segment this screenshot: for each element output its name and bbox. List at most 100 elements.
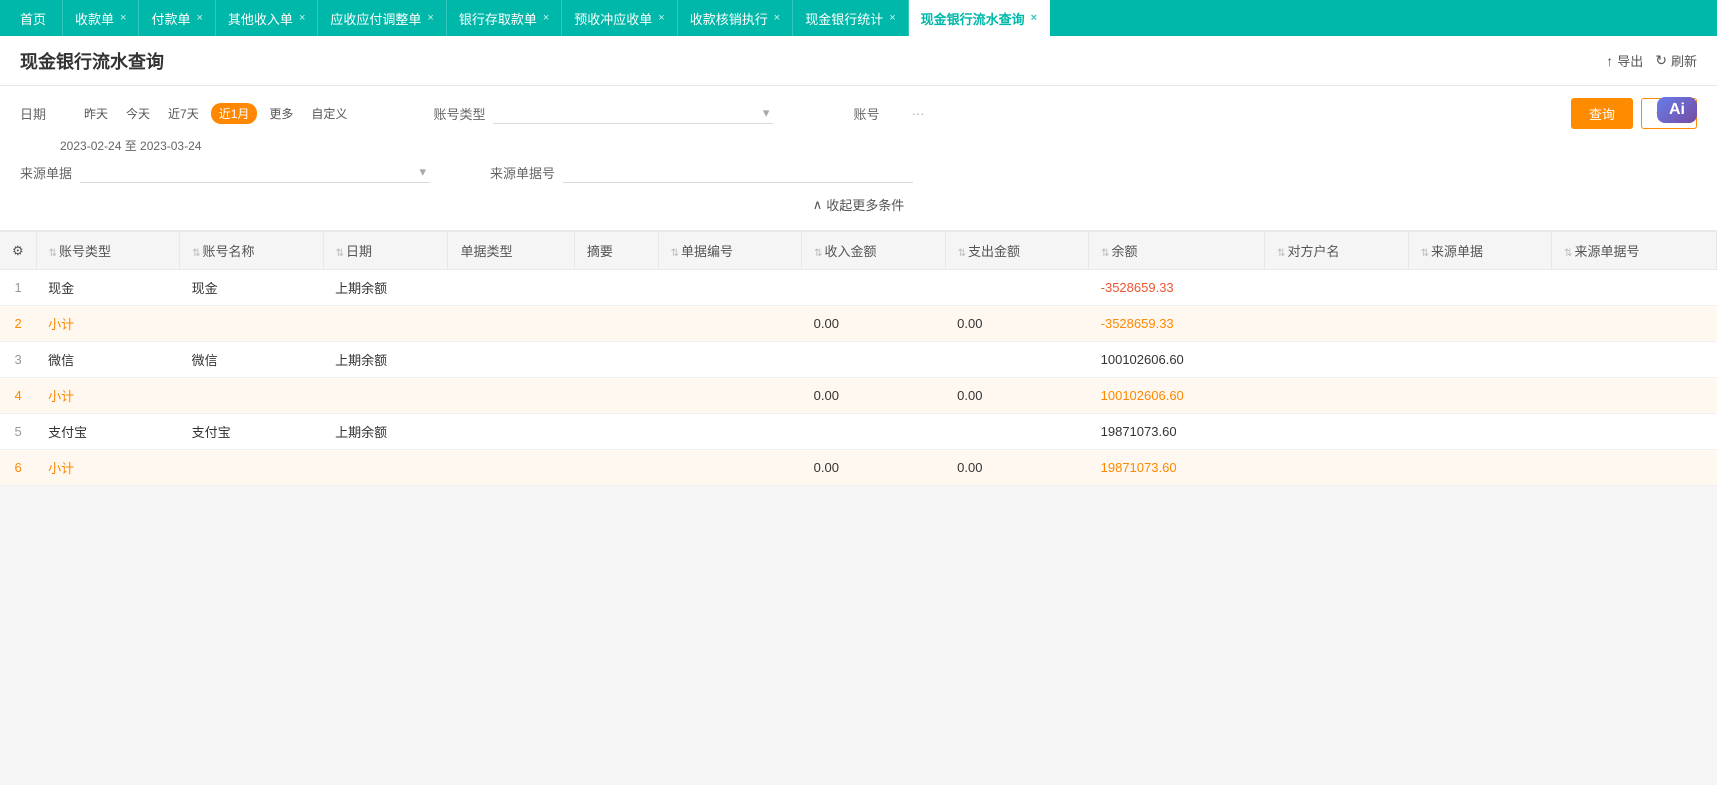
cell-source-doc — [1408, 270, 1552, 306]
row-number: 3 — [0, 342, 36, 378]
close-icon[interactable]: × — [120, 12, 126, 24]
cell-balance: 100102606.60 — [1089, 342, 1265, 378]
account-label: 账号 — [853, 104, 903, 123]
account-type-select[interactable]: ▾ — [493, 103, 773, 124]
export-button[interactable]: ↑ 导出 — [1606, 51, 1643, 70]
settings-icon[interactable]: ⚙ — [12, 243, 24, 258]
nav-tab-cash-stats[interactable]: 现金银行统计 × — [793, 0, 908, 36]
close-icon[interactable]: × — [299, 12, 305, 24]
chevron-down-icon: ▾ — [763, 105, 770, 121]
cell-account-type: 小计 — [36, 306, 180, 342]
cell-income: 0.00 — [802, 378, 946, 414]
date-1month[interactable]: 近1月 — [211, 103, 258, 124]
cell-doc-no — [658, 306, 802, 342]
cell-source-doc-no — [1552, 414, 1717, 450]
cell-summary — [574, 450, 658, 486]
cell-expense — [945, 414, 1089, 450]
cell-balance: -3528659.33 — [1089, 306, 1265, 342]
nav-tab-other-income[interactable]: 其他收入单 × — [216, 0, 318, 36]
date-7days[interactable]: 近7天 — [162, 104, 205, 123]
query-button[interactable]: 查询 — [1571, 98, 1633, 129]
table-row[interactable]: 4 小计 0.00 0.00 100102606.60 — [0, 378, 1717, 414]
row-number: 5 — [0, 414, 36, 450]
ai-badge[interactable]: Ai — [1657, 97, 1697, 123]
col-doc-no[interactable]: ⇅单据编号 — [658, 232, 802, 270]
account-type-label: 账号类型 — [433, 104, 485, 123]
table-header-row: ⚙ ⇅账号类型 ⇅账号名称 ⇅日期 单据类型 摘要 ⇅单据编号 ⇅收入金额 ⇅支… — [0, 232, 1717, 270]
nav-tab-bank-deposit[interactable]: 银行存取款单 × — [447, 0, 562, 36]
close-icon[interactable]: × — [1031, 12, 1037, 24]
nav-tab-payment[interactable]: 付款单 × — [139, 0, 215, 36]
cell-summary — [574, 306, 658, 342]
date-custom[interactable]: 自定义 — [305, 104, 353, 123]
cell-account-type: 小计 — [36, 450, 180, 486]
cell-doc-type — [448, 378, 574, 414]
cell-date: 上期余额 — [323, 414, 448, 450]
collapse-bar[interactable]: ∧ 收起更多条件 — [20, 191, 1697, 222]
cell-source-doc-no — [1552, 450, 1717, 486]
cell-expense: 0.00 — [945, 450, 1089, 486]
col-expense[interactable]: ⇅支出金额 — [945, 232, 1089, 270]
cell-counterpart — [1265, 342, 1409, 378]
export-icon: ↑ — [1606, 53, 1613, 69]
date-today[interactable]: 今天 — [120, 104, 156, 123]
close-icon[interactable]: × — [774, 12, 780, 24]
close-icon[interactable]: × — [658, 12, 664, 24]
cell-source-doc — [1408, 342, 1552, 378]
col-income[interactable]: ⇅收入金额 — [802, 232, 946, 270]
cell-account-type: 微信 — [36, 342, 180, 378]
cell-source-doc — [1408, 378, 1552, 414]
filter-area: 日期 昨天 今天 近7天 近1月 更多 自定义 账号类型 ▾ 账号 ··· — [0, 86, 1717, 231]
nav-tab-collection[interactable]: 收款核销执行 × — [678, 0, 793, 36]
col-date[interactable]: ⇅日期 — [323, 232, 448, 270]
nav-tab-adjust[interactable]: 应收应付调整单 × — [318, 0, 446, 36]
date-more[interactable]: 更多 — [263, 104, 299, 123]
col-doc-type: 单据类型 — [448, 232, 574, 270]
col-counterpart[interactable]: ⇅对方户名 — [1265, 232, 1409, 270]
nav-tab-home[interactable]: 首页 — [4, 0, 63, 36]
cell-source-doc — [1408, 450, 1552, 486]
date-label: 日期 — [20, 104, 70, 123]
source-doc-select[interactable]: ▾ — [80, 162, 430, 183]
col-summary: 摘要 — [574, 232, 658, 270]
cell-doc-no — [658, 414, 802, 450]
cell-doc-type — [448, 270, 574, 306]
date-yesterday[interactable]: 昨天 — [78, 104, 114, 123]
cell-date — [323, 306, 448, 342]
close-icon[interactable]: × — [889, 12, 895, 24]
account-more-button[interactable]: ··· — [911, 106, 924, 121]
col-source-doc-no[interactable]: ⇅来源单据号 — [1552, 232, 1717, 270]
cell-account-name — [180, 306, 324, 342]
row-number: 2 — [0, 306, 36, 342]
chevron-up-icon: ∧ — [813, 197, 823, 213]
close-icon[interactable]: × — [543, 12, 549, 24]
table-row[interactable]: 5 支付宝 支付宝 上期余额 19871073.60 — [0, 414, 1717, 450]
cell-account-name: 微信 — [180, 342, 324, 378]
table-row[interactable]: 3 微信 微信 上期余额 100102606.60 — [0, 342, 1717, 378]
filter-row-2: 来源单据 ▾ 来源单据号 — [20, 162, 1697, 183]
col-account-name[interactable]: ⇅账号名称 — [180, 232, 324, 270]
cell-summary — [574, 378, 658, 414]
col-source-doc[interactable]: ⇅来源单据 — [1408, 232, 1552, 270]
settings-col-header[interactable]: ⚙ — [0, 232, 36, 270]
row-number: 4 — [0, 378, 36, 414]
table-row[interactable]: 2 小计 0.00 0.00 -3528659.33 — [0, 306, 1717, 342]
nav-tab-receipt[interactable]: 收款单 × — [63, 0, 139, 36]
table-row[interactable]: 1 现金 现金 上期余额 -3528659.33 — [0, 270, 1717, 306]
cell-source-doc-no — [1552, 378, 1717, 414]
cell-account-type: 小计 — [36, 378, 180, 414]
cell-balance: 19871073.60 — [1089, 414, 1265, 450]
col-account-type[interactable]: ⇅账号类型 — [36, 232, 180, 270]
nav-tab-cash-flow[interactable]: 现金银行流水查询 × — [909, 0, 1050, 36]
nav-tab-prepay[interactable]: 预收冲应收单 × — [562, 0, 677, 36]
close-icon[interactable]: × — [196, 12, 202, 24]
close-icon[interactable]: × — [427, 12, 433, 24]
table-row[interactable]: 6 小计 0.00 0.00 19871073.60 — [0, 450, 1717, 486]
source-doc-no-input[interactable] — [563, 163, 913, 183]
cell-account-name: 支付宝 — [180, 414, 324, 450]
cell-account-name: 现金 — [180, 270, 324, 306]
col-balance[interactable]: ⇅余额 — [1089, 232, 1265, 270]
cell-income — [802, 414, 946, 450]
refresh-button[interactable]: ↻ 刷新 — [1655, 51, 1697, 70]
cell-income — [802, 342, 946, 378]
